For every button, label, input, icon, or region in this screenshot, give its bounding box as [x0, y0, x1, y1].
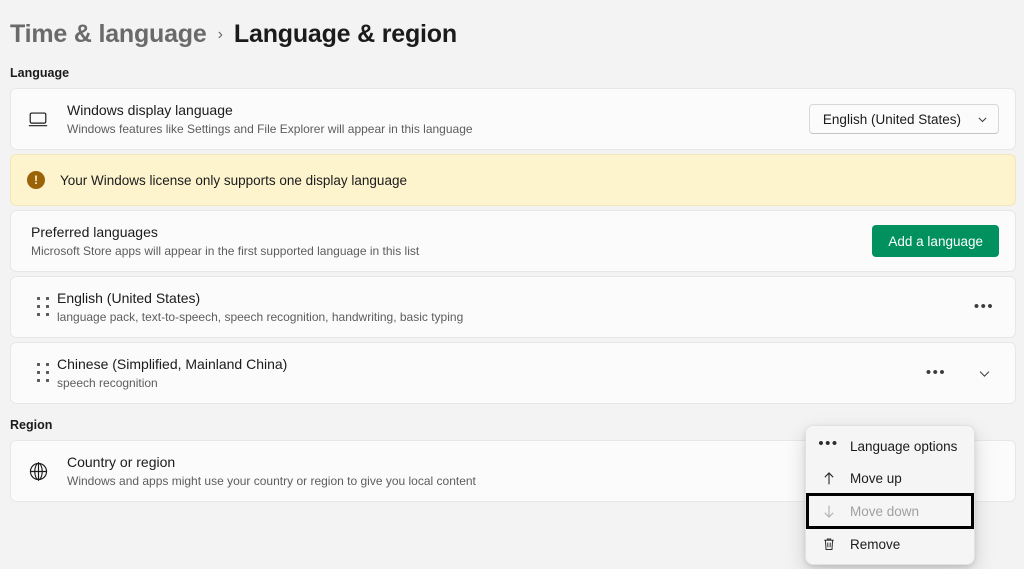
language-features: speech recognition [57, 375, 921, 392]
breadcrumb: Time & language › Language & region [0, 0, 1024, 52]
menu-item-label: Remove [850, 537, 900, 552]
windows-display-language-card[interactable]: Windows display language Windows feature… [10, 88, 1016, 150]
display-language-dropdown[interactable]: English (United States) [809, 104, 999, 134]
chevron-down-icon [977, 114, 988, 125]
menu-item-remove[interactable]: Remove [806, 528, 974, 560]
section-label-language: Language [10, 66, 1024, 80]
breadcrumb-parent-link[interactable]: Time & language [10, 20, 207, 49]
language-name: Chinese (Simplified, Mainland China) [57, 355, 921, 374]
language-features: language pack, text-to-speech, speech re… [57, 309, 969, 326]
language-list-item-english[interactable]: English (United States) language pack, t… [10, 276, 1016, 338]
menu-item-move-down: Move down [806, 493, 974, 529]
more-options-icon[interactable]: ••• [921, 359, 951, 387]
exclamation-circle-icon: ! [27, 171, 45, 189]
trash-icon [820, 537, 837, 552]
expand-chevron-down-icon[interactable] [969, 359, 999, 387]
menu-item-move-up[interactable]: Move up [806, 462, 974, 494]
license-warning-banner: ! Your Windows license only supports one… [10, 154, 1016, 206]
arrow-down-icon [820, 504, 837, 519]
language-list-item-chinese[interactable]: Chinese (Simplified, Mainland China) spe… [10, 342, 1016, 404]
display-language-title: Windows display language [67, 101, 809, 120]
language-context-menu: ••• Language options Move up Move down [805, 425, 975, 565]
language-name: English (United States) [57, 289, 969, 308]
preferred-languages-subtitle: Microsoft Store apps will appear in the … [31, 243, 872, 260]
page-title: Language & region [234, 20, 457, 49]
license-warning-text: Your Windows license only supports one d… [60, 173, 407, 188]
display-language-subtitle: Windows features like Settings and File … [67, 121, 809, 138]
drag-handle-icon[interactable] [23, 363, 57, 383]
menu-item-label: Language options [850, 439, 957, 454]
menu-item-label: Move down [850, 504, 919, 519]
breadcrumb-separator-icon: › [217, 26, 224, 44]
menu-item-language-options[interactable]: ••• Language options [806, 430, 974, 462]
monitor-icon [27, 108, 67, 130]
preferred-languages-title: Preferred languages [31, 223, 872, 242]
drag-handle-icon[interactable] [23, 297, 57, 317]
preferred-languages-card: Preferred languages Microsoft Store apps… [10, 210, 1016, 272]
add-a-language-button[interactable]: Add a language [872, 225, 999, 257]
menu-item-label: Move up [850, 471, 902, 486]
more-options-icon[interactable]: ••• [969, 293, 999, 321]
arrow-up-icon [820, 471, 837, 486]
display-language-dropdown-value: English (United States) [823, 112, 961, 127]
globe-icon [27, 460, 67, 483]
